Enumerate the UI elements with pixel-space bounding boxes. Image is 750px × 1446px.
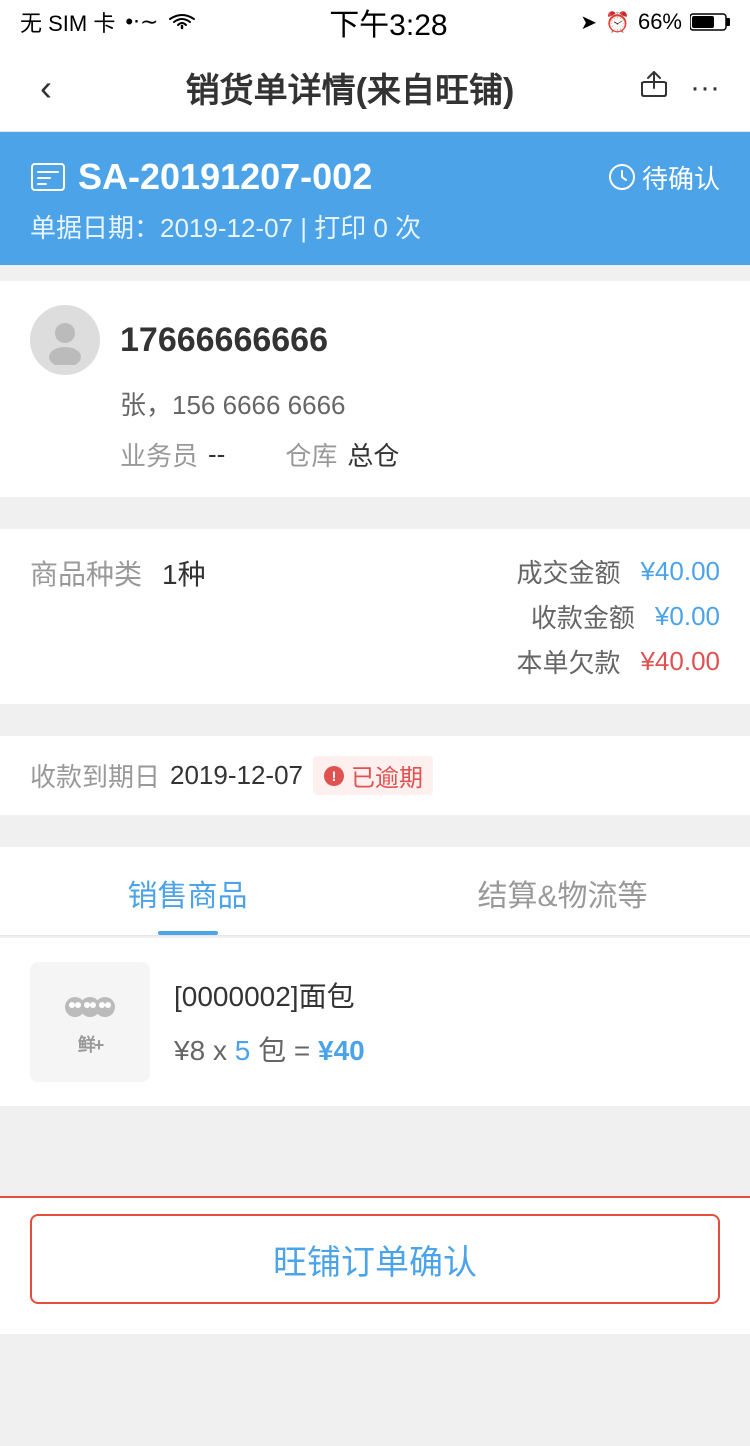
product-name: [0000002]面包	[174, 975, 720, 1015]
deal-value: ¥40.00	[640, 556, 720, 587]
wifi-icon: •⋅∼	[125, 9, 158, 35]
order-status: 待确认	[608, 159, 720, 196]
customer-meta: 业务员 -- 仓库 总仓	[30, 436, 720, 473]
order-banner: SA-20191207-002 待确认 单据日期：2019-12-07 | 打印…	[0, 132, 750, 265]
order-date: 单据日期：2019-12-07 | 打印 0 次	[30, 208, 720, 245]
due-label: 收款到期日	[30, 757, 160, 794]
price-separator: x	[213, 1035, 235, 1066]
customer-phone: 17666666666	[120, 321, 328, 360]
tabs-bar: 销售商品 结算&物流等	[0, 847, 750, 936]
clock-icon	[608, 163, 636, 191]
product-total: ¥40	[318, 1035, 365, 1066]
location-icon: ➤	[580, 10, 597, 35]
warehouse-label: 仓库	[285, 436, 337, 473]
svg-text:!: !	[332, 768, 337, 784]
status-bar-time: 下午3:28	[329, 0, 447, 44]
share-button[interactable]	[638, 68, 670, 108]
status-bar: 无 SIM 卡 •⋅∼ 下午3:28 ➤ ⏰ 66%	[0, 0, 750, 44]
product-section: 鲜+ [0000002]面包 ¥8 x 5 包 = ¥40	[0, 938, 750, 1106]
divider-2	[0, 704, 750, 720]
amounts-right: 成交金额 ¥40.00 收款金额 ¥0.00 本单欠款 ¥40.00	[516, 553, 720, 680]
nav-bar: ‹ 销货单详情(来自旺铺) ···	[0, 44, 750, 132]
deal-label: 成交金额	[516, 553, 620, 590]
customer-section: 17666666666 张，156 6666 6666 业务员 -- 仓库 总仓	[0, 281, 750, 497]
product-price: ¥8 x 5 包 = ¥40	[174, 1029, 720, 1069]
product-item: 鲜+ [0000002]面包 ¥8 x 5 包 = ¥40	[0, 938, 750, 1106]
product-type-value: 1种	[162, 553, 206, 593]
confirm-button-wrap: 旺铺订单确认	[0, 1196, 750, 1334]
battery-text: 66%	[638, 9, 682, 35]
product-info: [0000002]面包 ¥8 x 5 包 = ¥40	[174, 975, 720, 1069]
salesperson-label: 业务员	[120, 436, 198, 473]
divider-3	[0, 815, 750, 831]
product-type-label: 商品种类	[30, 553, 142, 593]
salesperson-value: --	[208, 439, 225, 470]
product-qty: 5	[235, 1035, 251, 1066]
customer-name: 张，156 6666 6666	[30, 385, 720, 422]
alarm-icon: ⏰	[605, 10, 630, 35]
due-section: 收款到期日 2019-12-07 ! 已逾期	[0, 736, 750, 815]
divider-1	[0, 497, 750, 513]
more-button[interactable]: ···	[690, 71, 720, 105]
overdue-badge: ! 已逾期	[313, 756, 433, 795]
no-sim-text: 无 SIM 卡	[20, 6, 115, 38]
page-title: 销货单详情(来自旺铺)	[186, 63, 515, 112]
status-bar-left: 无 SIM 卡 •⋅∼	[20, 6, 196, 38]
product-logo: 鲜+	[60, 987, 120, 1057]
owed-value: ¥40.00	[640, 646, 720, 677]
warehouse-value: 总仓	[347, 436, 399, 473]
product-thumbnail: 鲜+	[30, 962, 150, 1082]
owed-label: 本单欠款	[516, 643, 620, 680]
received-value: ¥0.00	[655, 601, 720, 632]
tab-settlement[interactable]: 结算&物流等	[375, 847, 750, 935]
price-per-unit: ¥8	[174, 1035, 205, 1066]
avatar	[30, 305, 100, 375]
due-date-value: 2019-12-07	[170, 760, 303, 791]
equals-sign: =	[294, 1035, 318, 1066]
unit-text: 包	[258, 1035, 286, 1066]
back-button[interactable]: ‹	[30, 57, 62, 119]
overdue-text: 已逾期	[351, 758, 423, 793]
warning-icon: !	[323, 765, 345, 787]
battery-icon	[690, 12, 730, 32]
order-id: SA-20191207-002	[30, 156, 372, 198]
order-icon	[30, 162, 66, 192]
nav-actions: ···	[638, 68, 720, 108]
tab-products[interactable]: 销售商品	[0, 847, 375, 935]
received-label: 收款金额	[531, 598, 635, 635]
confirm-order-button[interactable]: 旺铺订单确认	[30, 1214, 720, 1304]
wifi-symbol	[168, 12, 196, 32]
amounts-section: 商品种类 1种 成交金额 ¥40.00 收款金额 ¥0.00 本单欠款 ¥40.…	[0, 529, 750, 704]
status-bar-right: ➤ ⏰ 66%	[580, 9, 730, 35]
